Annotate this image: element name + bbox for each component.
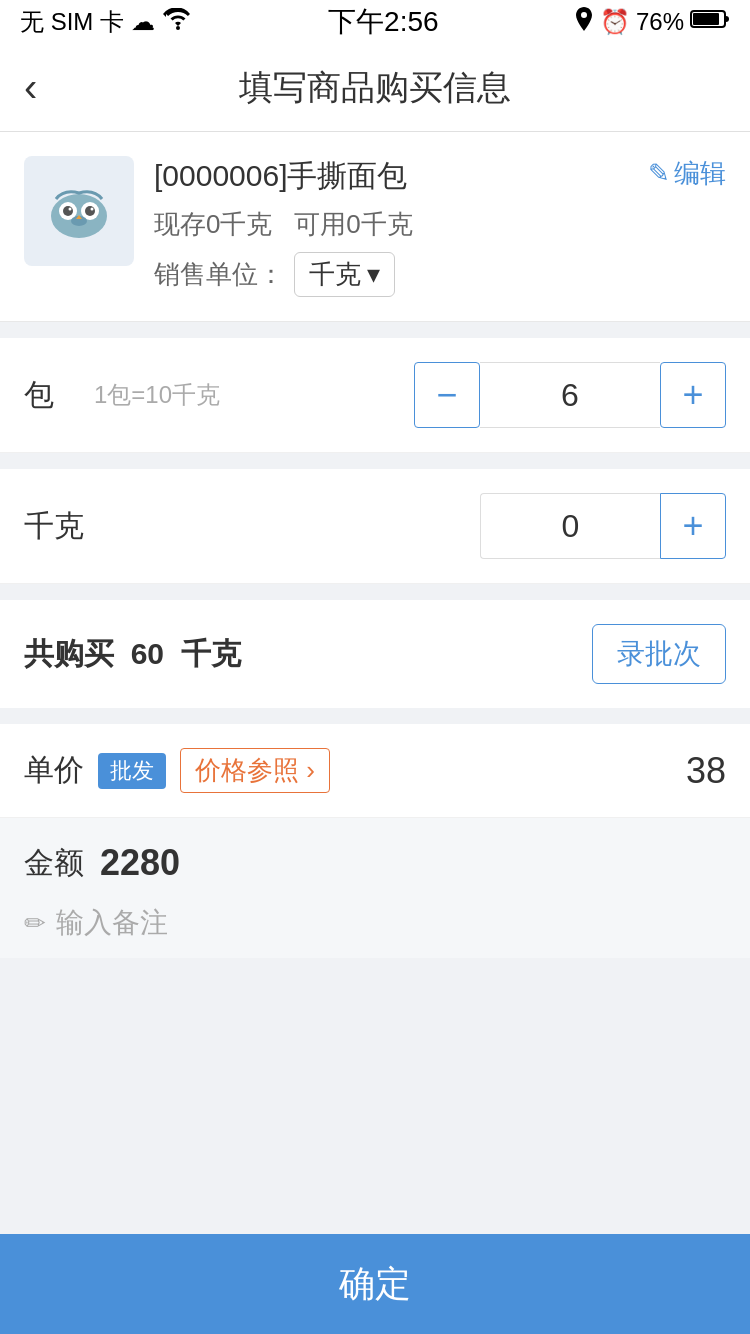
- wifi-icon: [163, 8, 193, 36]
- product-stock: 现存0千克 可用0千克: [154, 207, 726, 242]
- edit-button[interactable]: ✎ 编辑: [648, 156, 726, 191]
- remark-row[interactable]: ✏ 输入备注: [24, 904, 726, 942]
- kg-quantity-control: +: [480, 493, 726, 559]
- price-value: 38: [686, 750, 726, 792]
- total-row: 共购买 60 千克 录批次: [0, 600, 750, 708]
- bao-quantity-control: − +: [414, 362, 726, 428]
- bao-label: 包: [24, 375, 84, 416]
- confirm-text: 确定: [339, 1260, 411, 1309]
- amount-section: 金额 2280 ✏ 输入备注: [0, 818, 750, 958]
- battery-icon: [690, 8, 730, 36]
- svg-point-7: [85, 206, 95, 216]
- status-time: 下午2:56: [328, 3, 439, 41]
- content: [0000006]手撕面包 现存0千克 可用0千克 销售单位： 千克 ▾ ✎ 编…: [0, 132, 750, 1158]
- bao-plus-button[interactable]: +: [660, 362, 726, 428]
- nav-bar: ‹ 填写商品购买信息: [0, 44, 750, 132]
- bao-quantity-row: 包 1包=10千克 − +: [0, 338, 750, 453]
- status-left: 无 SIM 卡 ☁: [20, 6, 193, 38]
- content-spacer: [0, 958, 750, 1158]
- product-image: [24, 156, 134, 266]
- chevron-down-icon: ▾: [367, 259, 380, 290]
- confirm-bar[interactable]: 确定: [0, 1234, 750, 1334]
- bao-minus-button[interactable]: −: [414, 362, 480, 428]
- location-icon: [574, 7, 594, 37]
- svg-point-0: [176, 26, 180, 30]
- amount-row: 金额 2280: [24, 842, 726, 884]
- svg-rect-2: [693, 13, 719, 25]
- kg-plus-button[interactable]: +: [660, 493, 726, 559]
- batch-button[interactable]: 录批次: [592, 624, 726, 684]
- total-text: 共购买 60 千克: [24, 634, 241, 675]
- kg-quantity-section: 千克 +: [0, 469, 750, 584]
- price-label: 单价: [24, 750, 84, 791]
- remark-placeholder: 输入备注: [56, 904, 168, 942]
- bao-quantity-input[interactable]: [480, 362, 660, 428]
- back-button[interactable]: ‹: [24, 65, 37, 110]
- product-name: [0000006]手撕面包: [154, 156, 726, 197]
- edit-icon: ✎: [648, 158, 670, 189]
- bao-hint: 1包=10千克: [94, 379, 414, 411]
- amount-value: 2280: [100, 842, 180, 884]
- status-bar: 无 SIM 卡 ☁ 下午2:56 ⏰ 76%: [0, 0, 750, 44]
- total-amount: 60: [131, 637, 164, 670]
- bao-quantity-section: 包 1包=10千克 − +: [0, 338, 750, 453]
- sim-label: 无 SIM 卡 ☁: [20, 6, 155, 38]
- page-title: 填写商品购买信息: [239, 65, 511, 111]
- kg-quantity-input[interactable]: [480, 493, 660, 559]
- kg-quantity-row: 千克 +: [0, 469, 750, 584]
- price-section: 单价 批发 价格参照 › 38: [0, 724, 750, 818]
- pencil-icon: ✏: [24, 908, 46, 939]
- price-row: 单价 批发 价格参照 › 38: [24, 748, 726, 793]
- batch-tag: 批发: [98, 753, 166, 789]
- unit-select[interactable]: 千克 ▾: [294, 252, 395, 297]
- svg-point-6: [63, 206, 73, 216]
- svg-point-8: [69, 208, 72, 211]
- product-unit-row: 销售单位： 千克 ▾: [154, 252, 726, 297]
- kg-label: 千克: [24, 506, 84, 547]
- amount-label: 金额: [24, 843, 84, 884]
- alarm-icon: ⏰: [600, 8, 630, 36]
- price-ref-button[interactable]: 价格参照 ›: [180, 748, 330, 793]
- product-info: [0000006]手撕面包 现存0千克 可用0千克 销售单位： 千克 ▾: [154, 156, 726, 297]
- status-right: ⏰ 76%: [574, 7, 730, 37]
- svg-point-9: [91, 208, 94, 211]
- price-left: 单价 批发 价格参照 ›: [24, 748, 330, 793]
- product-card: [0000006]手撕面包 现存0千克 可用0千克 销售单位： 千克 ▾ ✎ 编…: [0, 132, 750, 322]
- battery-pct: 76%: [636, 8, 684, 36]
